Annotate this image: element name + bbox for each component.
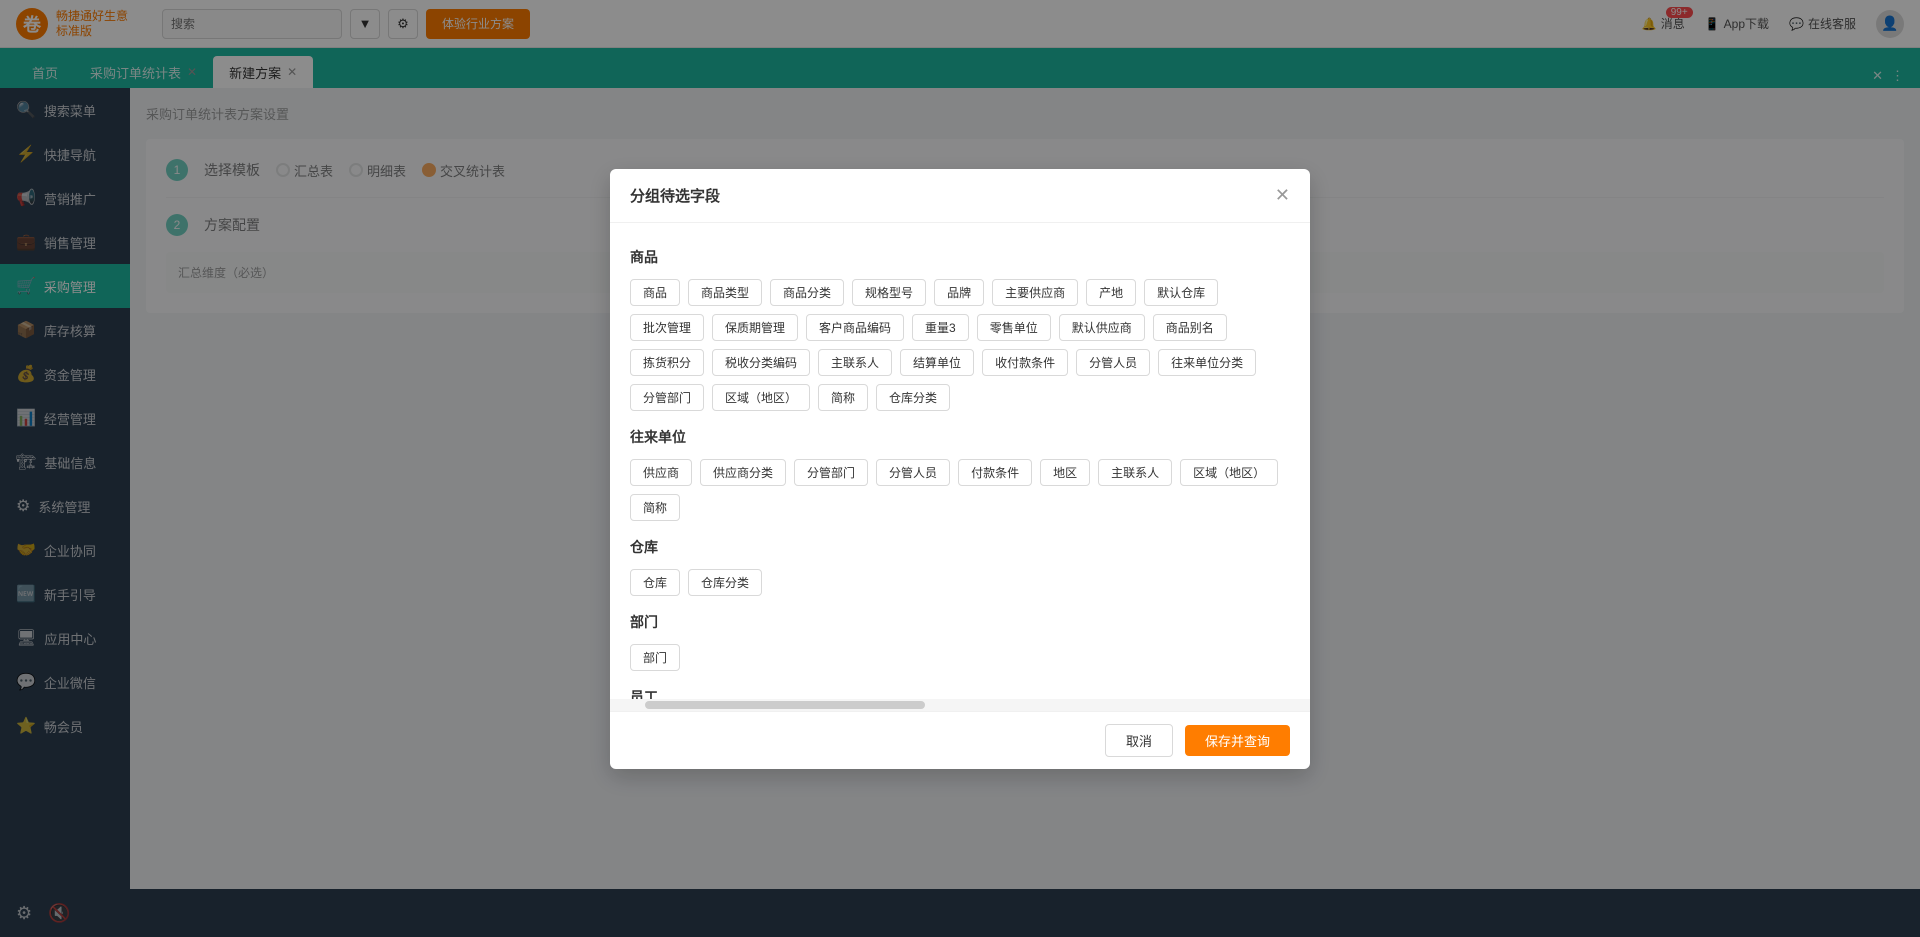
field-tag-main-contact[interactable]: 主联系人 <box>818 349 892 376</box>
section-title-product: 商品 <box>630 247 1290 267</box>
section-title-dept: 部门 <box>630 612 1290 632</box>
field-tag-product[interactable]: 商品 <box>630 279 680 306</box>
scrollbar-thumb <box>645 701 925 709</box>
field-tag-region-product[interactable]: 区域（地区） <box>712 384 810 411</box>
field-tag-default-warehouse[interactable]: 默认仓库 <box>1144 279 1218 306</box>
modal-header: 分组待选字段 ✕ <box>610 169 1310 223</box>
field-tag-tax-code[interactable]: 税收分类编码 <box>712 349 810 376</box>
field-tag-partner-abbr[interactable]: 简称 <box>630 494 680 521</box>
field-tag-brand[interactable]: 品牌 <box>934 279 984 306</box>
field-tag-batch-mgmt[interactable]: 批次管理 <box>630 314 704 341</box>
field-tag-product-category[interactable]: 商品分类 <box>770 279 844 306</box>
horizontal-scrollbar[interactable] <box>610 699 1310 711</box>
field-tag-abbr-product[interactable]: 简称 <box>818 384 868 411</box>
section-title-partner: 往来单位 <box>630 427 1290 447</box>
field-tag-supplier-category[interactable]: 供应商分类 <box>700 459 786 486</box>
field-tag-payment-terms[interactable]: 收付款条件 <box>982 349 1068 376</box>
field-grid-product: 商品 商品类型 商品分类 规格型号 品牌 主要供应商 产地 默认仓库 批次管理 … <box>630 279 1290 411</box>
field-tag-pick-points[interactable]: 拣货积分 <box>630 349 704 376</box>
modal-footer: 取消 保存并查询 <box>610 711 1310 769</box>
field-tag-main-supplier[interactable]: 主要供应商 <box>992 279 1078 306</box>
field-tag-warehouse-category[interactable]: 仓库分类 <box>876 384 950 411</box>
field-grid-warehouse: 仓库 仓库分类 <box>630 569 1290 596</box>
field-tag-partner-manager[interactable]: 分管人员 <box>876 459 950 486</box>
field-tag-partner-dept[interactable]: 分管部门 <box>794 459 868 486</box>
modal-dialog: 分组待选字段 ✕ 商品 商品 商品类型 商品分类 规格型号 品牌 主要供应商 产… <box>610 169 1310 769</box>
field-tag-payment-condition[interactable]: 付款条件 <box>958 459 1032 486</box>
confirm-button[interactable]: 保存并查询 <box>1185 725 1290 756</box>
field-tag-spec-model[interactable]: 规格型号 <box>852 279 926 306</box>
field-tag-wh-category[interactable]: 仓库分类 <box>688 569 762 596</box>
field-tag-origin[interactable]: 产地 <box>1086 279 1136 306</box>
field-grid-partner: 供应商 供应商分类 分管部门 分管人员 付款条件 地区 主联系人 区域（地区） … <box>630 459 1290 521</box>
field-grid-dept: 部门 <box>630 644 1290 671</box>
field-tag-manager[interactable]: 分管人员 <box>1076 349 1150 376</box>
section-title-warehouse: 仓库 <box>630 537 1290 557</box>
field-tag-area[interactable]: 地区 <box>1040 459 1090 486</box>
field-tag-customer-sku[interactable]: 客户商品编码 <box>806 314 904 341</box>
field-tag-partner-contact[interactable]: 主联系人 <box>1098 459 1172 486</box>
modal-overlay: 分组待选字段 ✕ 商品 商品 商品类型 商品分类 规格型号 品牌 主要供应商 产… <box>0 0 1920 937</box>
modal-body: 商品 商品 商品类型 商品分类 规格型号 品牌 主要供应商 产地 默认仓库 批次… <box>610 223 1310 699</box>
field-tag-department[interactable]: 部门 <box>630 644 680 671</box>
field-tag-weight3[interactable]: 重量3 <box>912 314 969 341</box>
field-tag-partner-region[interactable]: 区域（地区） <box>1180 459 1278 486</box>
field-tag-settlement-unit[interactable]: 结算单位 <box>900 349 974 376</box>
field-tag-product-type[interactable]: 商品类型 <box>688 279 762 306</box>
field-tag-retail-unit[interactable]: 零售单位 <box>977 314 1051 341</box>
field-tag-default-supplier[interactable]: 默认供应商 <box>1059 314 1145 341</box>
field-tag-supplier[interactable]: 供应商 <box>630 459 692 486</box>
cancel-button[interactable]: 取消 <box>1105 724 1173 757</box>
field-tag-warehouse[interactable]: 仓库 <box>630 569 680 596</box>
field-tag-product-alias[interactable]: 商品别名 <box>1153 314 1227 341</box>
section-title-employee: 员工 <box>630 687 1290 699</box>
modal-title: 分组待选字段 <box>630 185 720 206</box>
field-tag-expiry-mgmt[interactable]: 保质期管理 <box>712 314 798 341</box>
modal-close-button[interactable]: ✕ <box>1275 186 1290 204</box>
field-tag-dept[interactable]: 分管部门 <box>630 384 704 411</box>
field-tag-related-category[interactable]: 往来单位分类 <box>1158 349 1256 376</box>
